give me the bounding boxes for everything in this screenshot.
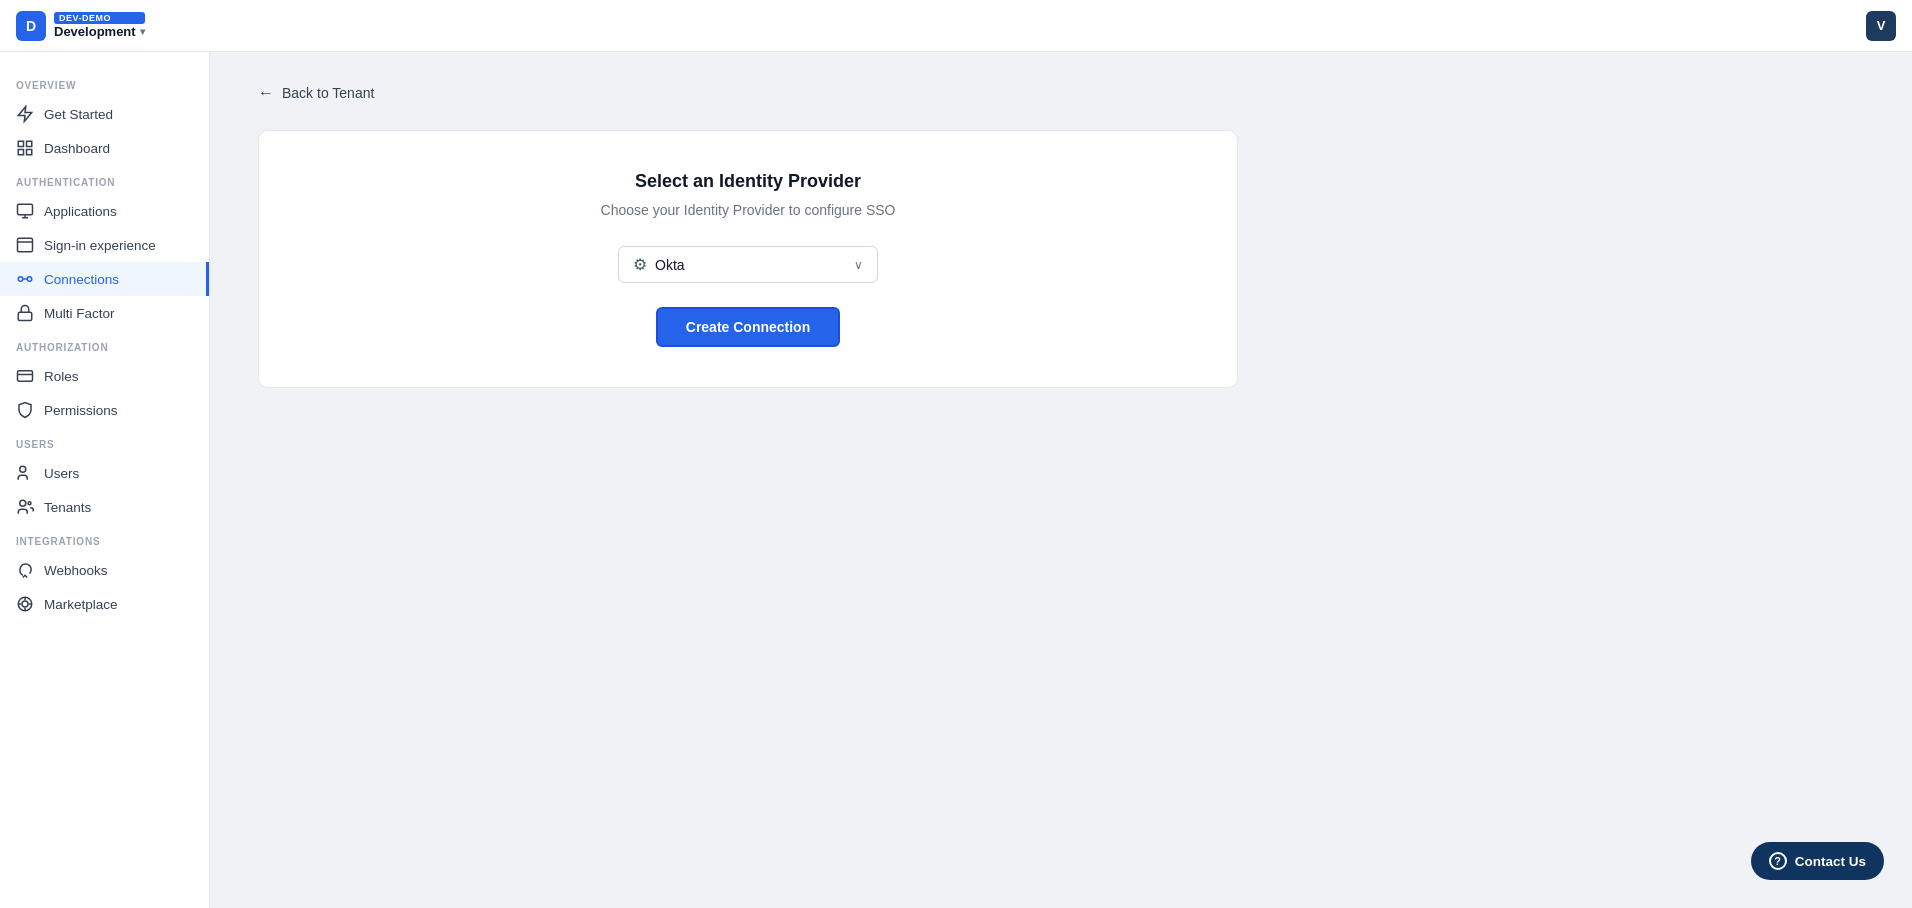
idp-select-row: ⚙ Okta ∨ [307, 246, 1189, 283]
sidebar-item-label: Applications [44, 204, 117, 219]
webhooks-icon [16, 561, 34, 579]
dashboard-icon [16, 139, 34, 157]
user-avatar[interactable]: V [1866, 11, 1896, 41]
sidebar-item-label: Dashboard [44, 141, 110, 156]
roles-icon [16, 367, 34, 385]
sidebar-item-label: Webhooks [44, 563, 108, 578]
identity-provider-dropdown[interactable]: ⚙ Okta ∨ [618, 246, 878, 283]
sidebar-item-roles[interactable]: Roles [0, 359, 209, 393]
svg-point-16 [20, 466, 26, 472]
sidebar-item-get-started[interactable]: Get Started [0, 97, 209, 131]
sidebar-item-webhooks[interactable]: Webhooks [0, 553, 209, 587]
sidebar-item-label: Permissions [44, 403, 118, 418]
sidebar-item-label: Marketplace [44, 597, 118, 612]
tenant-chevron-icon: ▾ [140, 26, 145, 37]
tenant-avatar: D [16, 11, 46, 41]
svg-rect-2 [27, 141, 32, 146]
create-button-row: Create Connection [307, 307, 1189, 347]
svg-rect-1 [18, 141, 23, 146]
sidebar-item-label: Users [44, 466, 79, 481]
lock-icon [16, 304, 34, 322]
sidebar-item-users[interactable]: Users [0, 456, 209, 490]
sidebar-item-connections[interactable]: Connections [0, 262, 209, 296]
sidebar-item-permissions[interactable]: Permissions [0, 393, 209, 427]
gear-icon: ⚙ [633, 255, 647, 274]
shield-icon [16, 401, 34, 419]
connections-icon [16, 270, 34, 288]
idp-dropdown-left: ⚙ Okta [633, 255, 685, 274]
sidebar-item-marketplace[interactable]: Marketplace [0, 587, 209, 621]
main-inner: ← Back to Tenant Select an Identity Prov… [210, 52, 1912, 420]
topbar: D DEV-DEMO Development ▾ V [0, 0, 1912, 52]
svg-point-18 [28, 502, 31, 505]
sidebar-item-label: Multi Factor [44, 306, 115, 321]
sidebar-section-integrations: INTEGRATIONS [0, 524, 209, 553]
svg-marker-0 [18, 107, 32, 122]
svg-rect-4 [27, 150, 32, 155]
card-subtitle: Choose your Identity Provider to configu… [307, 202, 1189, 218]
svg-rect-8 [18, 238, 33, 252]
topbar-left: D DEV-DEMO Development ▾ [16, 11, 145, 41]
sidebar-section-authorization: AUTHORIZATION [0, 330, 209, 359]
sidebar-item-label: Connections [44, 272, 119, 287]
svg-point-10 [18, 277, 23, 282]
card-title: Select an Identity Provider [307, 171, 1189, 192]
sidebar-item-label: Tenants [44, 500, 91, 515]
svg-point-11 [27, 277, 32, 282]
apps-icon [16, 202, 34, 220]
sidebar-item-applications[interactable]: Applications [0, 194, 209, 228]
svg-rect-3 [18, 150, 23, 155]
back-link-label: Back to Tenant [282, 85, 374, 101]
identity-provider-card: Select an Identity Provider Choose your … [258, 130, 1238, 388]
contact-us-label: Contact Us [1795, 854, 1866, 869]
main-content: ← Back to Tenant Select an Identity Prov… [210, 52, 1912, 908]
users-icon [16, 464, 34, 482]
create-connection-button[interactable]: Create Connection [656, 307, 840, 347]
marketplace-icon [16, 595, 34, 613]
sidebar-section-users: USERS [0, 427, 209, 456]
sidebar-item-dashboard[interactable]: Dashboard [0, 131, 209, 165]
back-arrow-icon: ← [258, 84, 274, 102]
dev-demo-badge: DEV-DEMO [54, 12, 145, 24]
back-to-tenant-link[interactable]: ← Back to Tenant [258, 84, 374, 102]
sidebar-item-tenants[interactable]: Tenants [0, 490, 209, 524]
svg-rect-5 [18, 204, 33, 215]
sidebar-item-sign-in-experience[interactable]: Sign-in experience [0, 228, 209, 262]
sidebar-item-label: Roles [44, 369, 79, 384]
tenants-icon [16, 498, 34, 516]
sidebar-item-label: Sign-in experience [44, 238, 156, 253]
tenant-name[interactable]: Development ▾ [54, 24, 145, 39]
selected-provider-label: Okta [655, 257, 685, 273]
contact-icon: ? [1769, 852, 1787, 870]
tenant-info: DEV-DEMO Development ▾ [54, 12, 145, 39]
dropdown-chevron-icon: ∨ [854, 258, 863, 272]
signin-icon [16, 236, 34, 254]
sidebar-section-authentication: AUTHENTICATION [0, 165, 209, 194]
layout: OVERVIEW Get Started Dashboard AUTHENTICATI… [0, 52, 1912, 908]
sidebar-item-multi-factor[interactable]: Multi Factor [0, 296, 209, 330]
svg-rect-13 [18, 312, 32, 320]
svg-point-19 [22, 601, 28, 607]
sidebar: OVERVIEW Get Started Dashboard AUTHENTICATI… [0, 52, 210, 908]
sidebar-item-label: Get Started [44, 107, 113, 122]
sidebar-section-overview: OVERVIEW [0, 68, 209, 97]
svg-rect-14 [18, 371, 33, 382]
contact-us-button[interactable]: ? Contact Us [1751, 842, 1884, 880]
svg-point-17 [20, 500, 26, 506]
bolt-icon [16, 105, 34, 123]
